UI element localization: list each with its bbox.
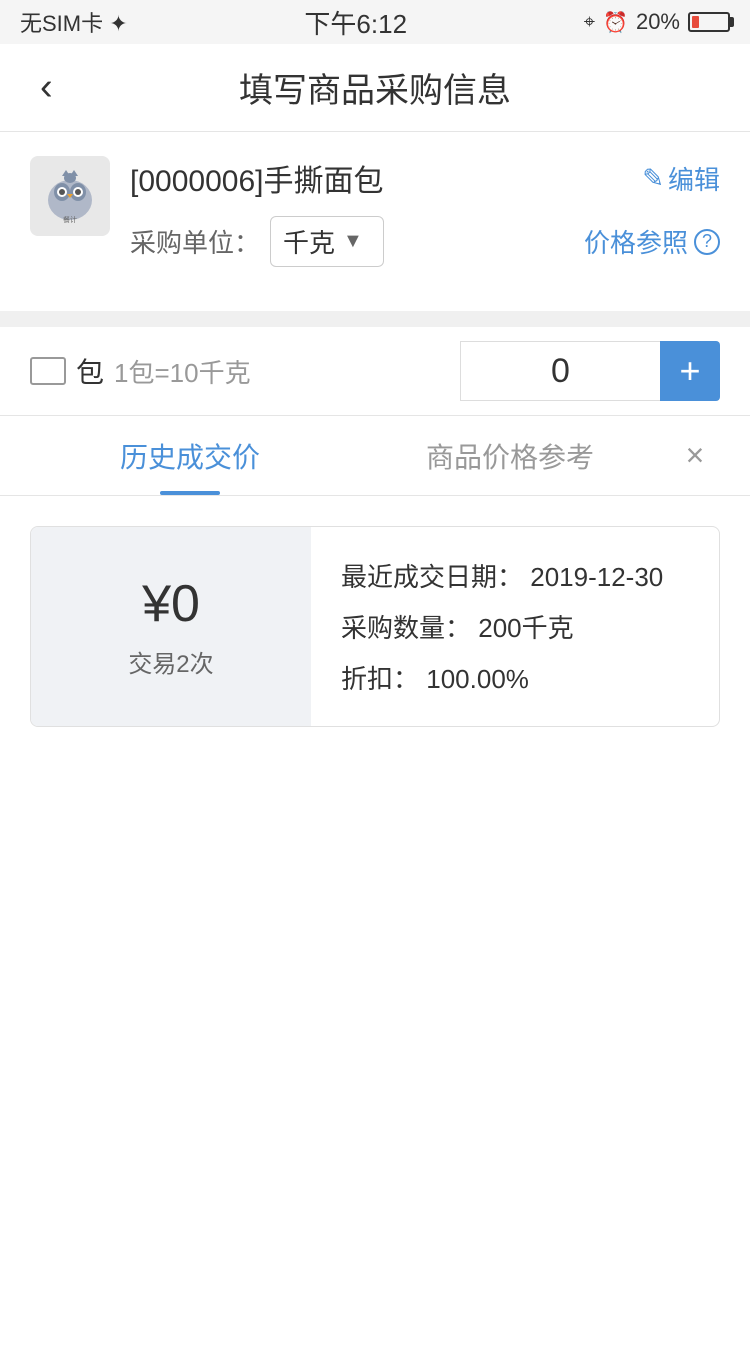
status-time: 下午6:12 [304, 4, 407, 41]
svg-text:餐计: 餐计 [63, 215, 77, 224]
section-divider [0, 311, 750, 327]
price-summary: ¥0 交易2次 [31, 527, 311, 726]
product-title-row: [0000006]手撕面包 ✎ 编辑 [130, 156, 720, 200]
price-cards-area: ¥0 交易2次 最近成交日期： 2019-12-30 采购数量： 200千克 折… [0, 496, 750, 757]
recent-date-value: 2019-12-30 [530, 562, 663, 592]
tabs-section: 历史成交价 商品价格参考 × ¥0 交易2次 最近成交日期： 2019-12-3… [0, 415, 750, 757]
package-conversion: 1包=10千克 [114, 353, 251, 390]
quantity-plus-button[interactable]: + [660, 341, 720, 401]
nav-bar: ‹ 填写商品采购信息 [0, 44, 750, 132]
discount-value: 100.00% [426, 664, 529, 694]
carrier-text: 无SIM卡 ✦ [20, 6, 128, 38]
trade-count: 交易2次 [128, 644, 213, 679]
battery-text: 20% [636, 9, 680, 35]
recent-date-label: 最近成交日期： [341, 562, 523, 592]
status-right: ⌖ ⏰ 20% [584, 9, 730, 35]
quantity-row: 包 1包=10千克 0 + [0, 327, 750, 415]
package-unit: 包 [76, 351, 104, 391]
product-header: 餐计 [0000006]手撕面包 ✎ 编辑 采购单位： 千克 ▼ [30, 156, 720, 267]
bottom-area [0, 757, 750, 1357]
product-thumbnail: 餐计 [30, 156, 110, 236]
tabs-header: 历史成交价 商品价格参考 × [0, 416, 750, 496]
alarm-icon: ⏰ [603, 10, 628, 35]
tab-history-price[interactable]: 历史成交价 [30, 416, 350, 495]
package-icon [30, 357, 66, 385]
purchase-qty-value: 200千克 [478, 613, 573, 643]
location-icon: ⌖ [584, 11, 595, 34]
product-title: [0000006]手撕面包 [130, 156, 383, 200]
unit-select[interactable]: 千克 ▼ [270, 216, 384, 267]
discount-label: 折扣： [341, 664, 419, 694]
tab-price-reference[interactable]: 商品价格参考 [350, 416, 670, 495]
unit-value: 千克 [283, 223, 335, 260]
product-image-icon: 餐计 [40, 166, 100, 226]
discount-row: 折扣： 100.00% [341, 659, 689, 696]
tabs-close-button[interactable]: × [670, 431, 720, 481]
purchase-unit-row: 采购单位： 千克 ▼ 价格参照 ? [130, 216, 720, 267]
back-button[interactable]: ‹ [30, 56, 63, 119]
recent-date-row: 最近成交日期： 2019-12-30 [341, 557, 689, 594]
price-amount: ¥0 [142, 574, 200, 634]
price-card: ¥0 交易2次 最近成交日期： 2019-12-30 采购数量： 200千克 折… [30, 526, 720, 727]
quantity-control: 0 + [460, 341, 720, 401]
tab-active-indicator [160, 491, 220, 495]
status-bar: 无SIM卡 ✦ 下午6:12 ⌖ ⏰ 20% [0, 0, 750, 44]
quantity-input[interactable]: 0 [460, 341, 660, 401]
help-icon: ? [694, 229, 720, 255]
price-details: 最近成交日期： 2019-12-30 采购数量： 200千克 折扣： 100.0… [311, 527, 719, 726]
battery-icon [688, 12, 730, 32]
status-left: 无SIM卡 ✦ [20, 6, 128, 38]
product-info: [0000006]手撕面包 ✎ 编辑 采购单位： 千克 ▼ 价格参照 ? [130, 156, 720, 267]
unit-label: 采购单位： [130, 223, 260, 260]
price-reference-button[interactable]: 价格参照 ? [584, 223, 720, 260]
edit-button[interactable]: ✎ 编辑 [642, 160, 720, 197]
page-title: 填写商品采购信息 [239, 63, 511, 112]
purchase-qty-row: 采购数量： 200千克 [341, 608, 689, 645]
package-label: 包 1包=10千克 [30, 351, 251, 391]
product-card: 餐计 [0000006]手撕面包 ✎ 编辑 采购单位： 千克 ▼ [0, 132, 750, 311]
edit-icon: ✎ [642, 163, 664, 194]
unit-dropdown-arrow: ▼ [343, 230, 363, 253]
purchase-qty-label: 采购数量： [341, 613, 471, 643]
